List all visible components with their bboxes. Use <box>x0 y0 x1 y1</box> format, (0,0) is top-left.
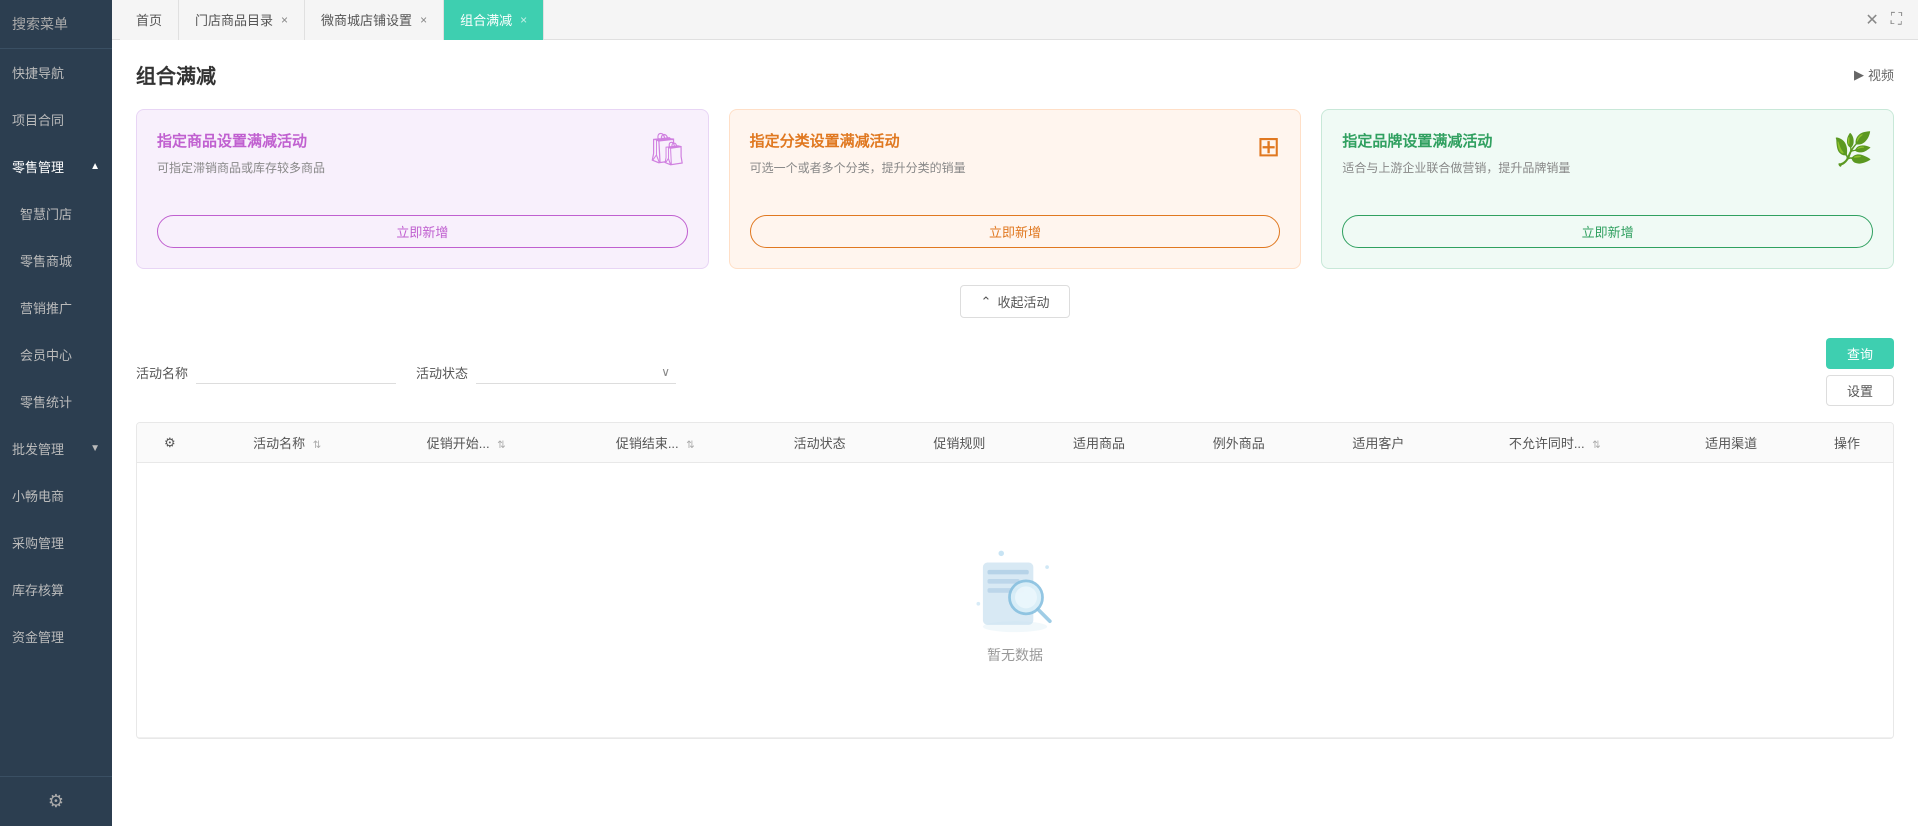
sort-icon[interactable]: ⇅ <box>1592 440 1600 451</box>
table-header: ⚙ 活动名称 ⇅ 促销开始... ⇅ 促销结束... ⇅ <box>137 423 1893 463</box>
leaf-icon: 🌿 <box>1833 130 1873 168</box>
sort-icon[interactable]: ⇅ <box>686 440 694 451</box>
sidebar-bottom: ⚙ <box>0 776 112 826</box>
sidebar-item-member-center[interactable]: 会员中心 <box>0 331 112 378</box>
sidebar-item-marketing[interactable]: 营销推广 <box>0 284 112 331</box>
chevron-down-icon: ▼ <box>90 443 100 454</box>
sidebar-item-retail-management[interactable]: 零售管理 ▲ <box>0 143 112 190</box>
empty-state-row: 暂无数据 <box>137 463 1893 738</box>
collapse-activities-button[interactable]: ⌃ 收起活动 <box>960 285 1071 318</box>
activity-status-label: 活动状态 <box>416 363 468 382</box>
sidebar-item-inventory[interactable]: 库存核算 <box>0 566 112 613</box>
empty-state: 暂无数据 <box>149 475 1881 725</box>
search-area: 活动名称 活动状态 进行中 已结束 未开始 ∨ 查询 设置 <box>136 338 1894 406</box>
tab-mini-store-settings[interactable]: 微商城店铺设置 × <box>305 0 444 40</box>
video-link[interactable]: ▶ 视频 <box>1854 65 1894 84</box>
window-controls: ✕ ⛶ <box>1865 10 1910 30</box>
brand-card-title: 指定品牌设置满减活动 <box>1342 130 1873 151</box>
brand-card-desc: 适合与上游企业联合做营销，提升品牌销量 <box>1342 159 1873 199</box>
category-card-title: 指定分类设置满减活动 <box>750 130 1281 151</box>
sidebar-item-wholesale-management[interactable]: 批发管理 ▼ <box>0 425 112 472</box>
column-applicable-channel: 适用渠道 <box>1661 423 1801 463</box>
column-promo-start: 促销开始... ⇅ <box>372 423 561 463</box>
column-applicable-customer: 适用客户 <box>1309 423 1449 463</box>
close-tab-mini-store-settings[interactable]: × <box>420 13 427 27</box>
activity-name-input[interactable] <box>196 360 396 384</box>
setting-button[interactable]: 设置 <box>1826 375 1894 406</box>
close-tab-store-catalog[interactable]: × <box>281 13 288 27</box>
activity-status-select-wrapper: 进行中 已结束 未开始 ∨ <box>476 360 676 384</box>
table-header-row: ⚙ 活动名称 ⇅ 促销开始... ⇅ 促销结束... ⇅ <box>137 423 1893 463</box>
tab-store-catalog[interactable]: 门店商品目录 × <box>179 0 305 40</box>
brand-card-add-button[interactable]: 立即新增 <box>1342 215 1873 248</box>
tab-home[interactable]: 首页 <box>120 0 179 40</box>
collapse-bar: ⌃ 收起活动 <box>136 285 1894 318</box>
page-title: 组合满减 <box>136 60 216 89</box>
sidebar-search[interactable]: 搜索菜单 <box>0 0 112 49</box>
activity-status-select[interactable]: 进行中 已结束 未开始 <box>476 360 676 384</box>
category-card-desc: 可选一个或者多个分类，提升分类的销量 <box>750 159 1281 199</box>
column-not-allow-concurrent: 不允许同时... ⇅ <box>1448 423 1661 463</box>
sort-icon[interactable]: ⇅ <box>497 440 505 451</box>
sidebar-item-retail-stats[interactable]: 零售统计 <box>0 378 112 425</box>
column-promo-rule: 促销规则 <box>889 423 1029 463</box>
search-buttons: 查询 设置 <box>1826 338 1894 406</box>
page-content: 组合满减 ▶ 视频 🛍 指定商品设置满减活动 可指定滞销商品或库存较多商品 立即… <box>112 40 1918 826</box>
empty-state-text: 暂无数据 <box>987 645 1043 665</box>
sidebar-item-retail-mall[interactable]: 零售商城 <box>0 237 112 284</box>
table-body: 暂无数据 <box>137 463 1893 738</box>
column-excluded-goods: 例外商品 <box>1169 423 1309 463</box>
column-applicable-goods: 适用商品 <box>1029 423 1169 463</box>
column-activity-status: 活动状态 <box>750 423 890 463</box>
sidebar-item-finance[interactable]: 资金管理 <box>0 613 112 660</box>
product-card: 🛍 指定商品设置满减活动 可指定滞销商品或库存较多商品 立即新增 <box>136 109 709 269</box>
main-area: 首页 门店商品目录 × 微商城店铺设置 × 组合满减 × ✕ ⛶ 组合满减 ▶ … <box>112 0 1918 826</box>
column-promo-end: 促销结束... ⇅ <box>561 423 750 463</box>
column-operation: 操作 <box>1801 423 1893 463</box>
product-card-desc: 可指定滞销商品或库存较多商品 <box>157 159 688 199</box>
sidebar-item-quick-nav[interactable]: 快捷导航 <box>0 49 112 96</box>
sort-icon[interactable]: ⇅ <box>313 440 321 451</box>
activities-table: ⚙ 活动名称 ⇅ 促销开始... ⇅ 促销结束... ⇅ <box>137 423 1893 738</box>
category-card: ⊞ 指定分类设置满减活动 可选一个或者多个分类，提升分类的销量 立即新增 <box>729 109 1302 269</box>
gear-icon[interactable]: ⚙ <box>48 791 64 812</box>
table-container: ⚙ 活动名称 ⇅ 促销开始... ⇅ 促销结束... ⇅ <box>136 422 1894 739</box>
shopping-bag-icon: 🛍 <box>647 130 688 168</box>
settings-icon: ⚙ <box>164 435 176 450</box>
column-activity-name: 活动名称 ⇅ <box>203 423 372 463</box>
grid-icon: ⊞ <box>1257 130 1280 163</box>
tab-bar: 首页 门店商品目录 × 微商城店铺设置 × 组合满减 × ✕ ⛶ <box>112 0 1918 40</box>
query-button[interactable]: 查询 <box>1826 338 1894 369</box>
activity-name-label: 活动名称 <box>136 363 188 382</box>
product-card-title: 指定商品设置满减活动 <box>157 130 688 151</box>
sidebar-item-xiaochangec[interactable]: 小畅电商 <box>0 472 112 519</box>
cards-row: 🛍 指定商品设置满减活动 可指定滞销商品或库存较多商品 立即新增 ⊞ 指定分类设… <box>136 109 1894 269</box>
column-settings[interactable]: ⚙ <box>137 423 203 463</box>
chevron-up-icon: ▲ <box>90 161 100 172</box>
chevron-up-icon: ⌃ <box>981 294 992 310</box>
empty-state-icon <box>960 535 1070 645</box>
sidebar-item-smart-store[interactable]: 智慧门店 <box>0 190 112 237</box>
activity-name-field: 活动名称 <box>136 360 396 384</box>
sidebar-item-purchase-management[interactable]: 采购管理 <box>0 519 112 566</box>
sidebar-item-project-contract[interactable]: 项目合同 <box>0 96 112 143</box>
tab-combo-discount[interactable]: 组合满减 × <box>444 0 544 40</box>
product-card-add-button[interactable]: 立即新增 <box>157 215 688 248</box>
page-header: 组合满减 ▶ 视频 <box>136 60 1894 89</box>
brand-card: 🌿 指定品牌设置满减活动 适合与上游企业联合做营销，提升品牌销量 立即新增 <box>1321 109 1894 269</box>
empty-state-cell: 暂无数据 <box>137 463 1893 738</box>
category-card-add-button[interactable]: 立即新增 <box>750 215 1281 248</box>
close-tab-combo-discount[interactable]: × <box>520 13 527 27</box>
play-icon: ▶ <box>1854 67 1864 83</box>
sidebar: 搜索菜单 快捷导航 项目合同 零售管理 ▲ 智慧门店 零售商城 营销推广 会员中… <box>0 0 112 826</box>
maximize-window-button[interactable]: ⛶ <box>1891 11 1902 29</box>
activity-status-field: 活动状态 进行中 已结束 未开始 ∨ <box>416 360 676 384</box>
close-window-button[interactable]: ✕ <box>1865 10 1878 30</box>
